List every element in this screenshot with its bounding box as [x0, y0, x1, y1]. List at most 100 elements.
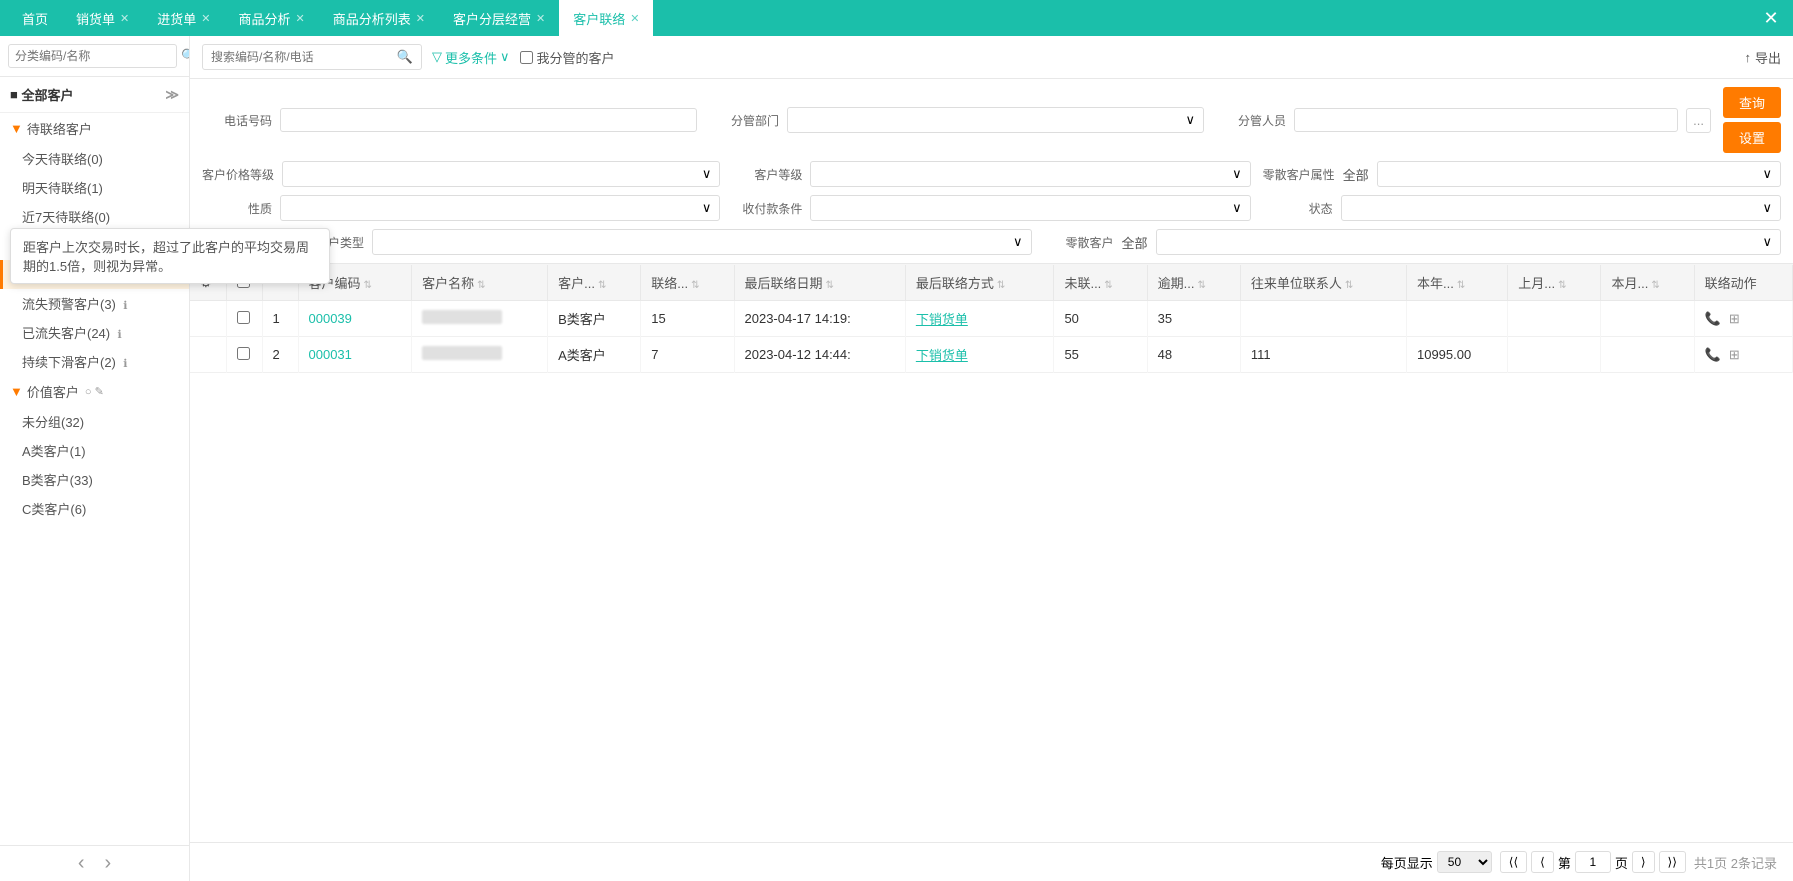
more-conditions-btn[interactable]: ▽ 更多条件 ∨: [432, 48, 510, 67]
sidebar-scroll-left[interactable]: ‹: [78, 852, 85, 875]
sidebar-pending-contact[interactable]: ▼ 待联络客户: [0, 113, 189, 144]
col-uncontacted[interactable]: 未联...⇅: [1054, 265, 1147, 301]
cell-last-method-1[interactable]: 下销货单: [905, 301, 1054, 337]
cell-checkbox-2: [226, 337, 262, 373]
first-page-btn[interactable]: ⟨⟨: [1500, 851, 1527, 873]
status-select[interactable]: ∨: [1341, 195, 1781, 221]
retail-attr-select[interactable]: ∨: [1377, 161, 1781, 187]
cell-overdue-1: 35: [1147, 301, 1240, 337]
manager-input[interactable]: [1294, 108, 1678, 132]
per-page-select[interactable]: 50 20 100: [1437, 851, 1492, 873]
sidebar-search-input[interactable]: [8, 44, 177, 68]
nav-product-analysis-list-close[interactable]: ✕: [416, 12, 425, 25]
nav-product-analysis-close[interactable]: ✕: [296, 12, 305, 25]
filter-group-customer-tier: 客户等级 ∨: [732, 161, 1250, 187]
nav-purchase-close[interactable]: ✕: [201, 12, 210, 25]
prev-page-btn[interactable]: ⟨: [1531, 851, 1554, 873]
filter-rows: 电话号码 分管部门 ∨ 分管人员 ... 查询 设置: [190, 79, 1793, 264]
manager-more-btn[interactable]: ...: [1686, 108, 1711, 133]
sidebar-item-lost[interactable]: 已流失客户(24) ℹ: [0, 318, 189, 347]
nav-customer-contact[interactable]: 客户联络 ✕: [559, 0, 653, 36]
cell-contact-count-1: 15: [641, 301, 734, 337]
sidebar-all-customers[interactable]: ■ 全部客户 ≫: [0, 77, 189, 113]
sidebar-search-icon[interactable]: 🔍: [181, 48, 190, 64]
col-overdue[interactable]: 逾期...⇅: [1147, 265, 1240, 301]
nav-customer-tier[interactable]: 客户分层经营 ✕: [439, 0, 559, 36]
tooltip-box: 距客户上次交易时长，超过了此客户的平均交易周期的1.5倍，则视为异常。: [10, 228, 330, 284]
customer-tier-select[interactable]: ∨: [810, 161, 1250, 187]
dept-select[interactable]: ∨: [787, 107, 1204, 133]
cell-last-month-1: [1508, 301, 1601, 337]
nav-customer-contact-close[interactable]: ✕: [630, 12, 639, 25]
action-more-icon-1[interactable]: ⊞: [1729, 311, 1740, 327]
my-customers-filter: 我分管的客户: [520, 48, 615, 67]
cell-this-year-2: 10995.00: [1406, 337, 1507, 373]
nav-sales[interactable]: 销货单 ✕: [62, 0, 143, 36]
sidebar-item-b-class[interactable]: B类客户(33): [0, 465, 189, 494]
gender-select[interactable]: ∨: [280, 195, 720, 221]
sidebar-item-a-class[interactable]: A类客户(1): [0, 436, 189, 465]
search-icon[interactable]: 🔍: [397, 49, 413, 65]
price-tier-select[interactable]: ∨: [282, 161, 720, 187]
cell-this-month-2: [1601, 337, 1694, 373]
col-customer-name[interactable]: 客户名称⇅: [412, 265, 548, 301]
settings-btn[interactable]: 设置: [1723, 122, 1781, 153]
page-input[interactable]: [1575, 851, 1611, 873]
my-customers-checkbox[interactable]: [520, 51, 533, 64]
payment-select[interactable]: ∨: [810, 195, 1250, 221]
last-page-btn[interactable]: ⟩⟩: [1659, 851, 1686, 873]
col-customer-type[interactable]: 客户...⇅: [548, 265, 641, 301]
customer-table: ⚙ 客户编码⇅ 客户名称⇅ 客户...⇅ 联络...⇅ 最后联络日期⇅ 最后联络…: [190, 265, 1793, 373]
nav-home[interactable]: 首页: [8, 0, 62, 36]
table-row: 1 000039 B类客户 15 2023-04-17 14:19: 下销货单 …: [190, 301, 1793, 337]
nav-product-analysis-list[interactable]: 商品分析列表 ✕: [319, 0, 439, 36]
col-this-month[interactable]: 本月...⇅: [1601, 265, 1694, 301]
sidebar-item-today[interactable]: 今天待联络(0): [0, 144, 189, 173]
filter-group-manager: 分管人员 ...: [1216, 108, 1711, 133]
cell-name-1: [412, 301, 548, 337]
cell-code-1[interactable]: 000039: [298, 301, 412, 337]
sidebar-item-tomorrow[interactable]: 明天待联络(1): [0, 173, 189, 202]
action-more-icon-2[interactable]: ⊞: [1729, 347, 1740, 363]
sidebar-scroll-right[interactable]: ›: [105, 852, 112, 875]
query-btn[interactable]: 查询: [1723, 87, 1781, 118]
cell-code-2[interactable]: 000031: [298, 337, 412, 373]
total-info: 共1页 2条记录: [1694, 853, 1777, 872]
col-last-contact-date[interactable]: 最后联络日期⇅: [734, 265, 905, 301]
sidebar-value-group[interactable]: ▼ 价值客户 ○ ✎: [0, 376, 189, 407]
retail-customer-select-inline: 全部: [1122, 233, 1148, 252]
cell-this-year-1: [1406, 301, 1507, 337]
col-last-month[interactable]: 上月...⇅: [1508, 265, 1601, 301]
col-company-contact[interactable]: 往来单位联系人⇅: [1240, 265, 1406, 301]
nav-sales-close[interactable]: ✕: [120, 12, 129, 25]
window-close-btn[interactable]: ✕: [1757, 4, 1785, 32]
filter-actions: 查询 设置: [1723, 87, 1781, 153]
nav-customer-tier-close[interactable]: ✕: [536, 12, 545, 25]
cell-last-method-2[interactable]: 下销货单: [905, 337, 1054, 373]
phone-input[interactable]: [280, 108, 697, 132]
export-btn[interactable]: ↑ 导出: [1744, 48, 1781, 67]
action-phone-icon-1[interactable]: 📞: [1705, 311, 1721, 327]
col-this-year[interactable]: 本年...⇅: [1406, 265, 1507, 301]
filter-group-customer-type: 客户类型 ∨: [294, 229, 1032, 255]
row-checkbox-1[interactable]: [237, 311, 250, 324]
next-page-btn[interactable]: ⟩: [1632, 851, 1655, 873]
action-phone-icon-2[interactable]: 📞: [1705, 347, 1721, 363]
top-nav: 首页 销货单 ✕ 进货单 ✕ 商品分析 ✕ 商品分析列表 ✕ 客户分层经营 ✕ …: [0, 0, 1793, 36]
sidebar-item-7days[interactable]: 近7天待联络(0): [0, 202, 189, 231]
sidebar-bottom: ‹ ›: [0, 845, 189, 881]
col-last-contact-method[interactable]: 最后联络方式⇅: [905, 265, 1054, 301]
nav-product-analysis[interactable]: 商品分析 ✕: [224, 0, 318, 36]
search-input[interactable]: [211, 50, 397, 64]
sidebar-item-declining[interactable]: 持续下滑客户(2) ℹ: [0, 347, 189, 376]
sidebar-item-unclassified[interactable]: 未分组(32): [0, 407, 189, 436]
sidebar-item-lost-risk[interactable]: 流失预警客户(3) ℹ: [0, 289, 189, 318]
retail-customer-select[interactable]: ∨: [1156, 229, 1781, 255]
customer-type-select[interactable]: ∨: [372, 229, 1032, 255]
sidebar-item-c-class[interactable]: C类客户(6): [0, 494, 189, 523]
col-contact-count[interactable]: 联络...⇅: [641, 265, 734, 301]
nav-purchase[interactable]: 进货单 ✕: [143, 0, 224, 36]
chevron-down-icon: ∨: [1762, 200, 1772, 216]
row-checkbox-2[interactable]: [237, 347, 250, 360]
sidebar-collapse-icon[interactable]: ≫: [165, 87, 179, 103]
